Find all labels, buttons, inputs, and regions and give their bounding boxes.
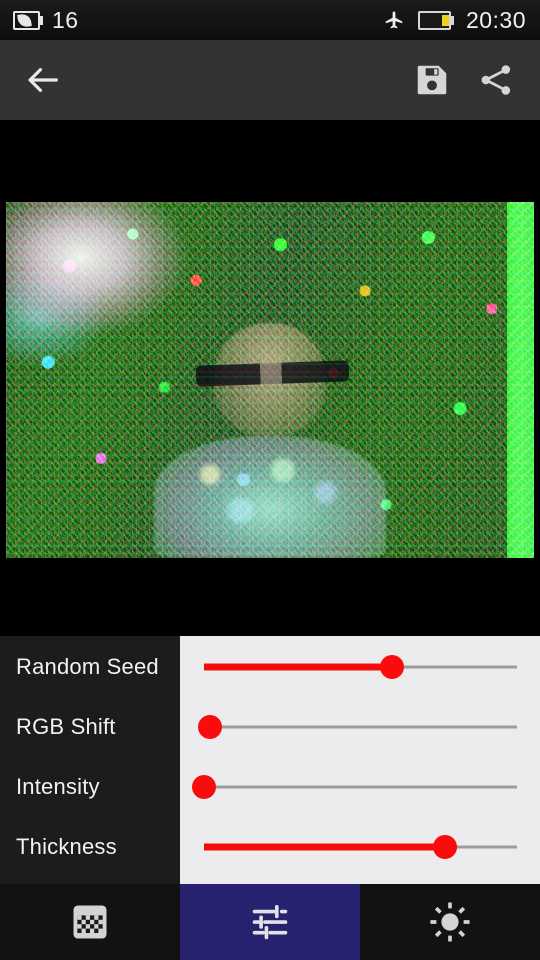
slider-track bbox=[204, 725, 517, 729]
label-rgb-shift: RGB Shift bbox=[16, 714, 116, 739]
slider-fill bbox=[204, 663, 392, 671]
battery-icon bbox=[417, 10, 454, 30]
slider-thickness[interactable] bbox=[204, 816, 517, 878]
share-icon bbox=[481, 65, 511, 95]
control-labels-panel: Random Seed RGB Shift Intensity Thicknes… bbox=[0, 636, 180, 884]
slider-random-seed[interactable] bbox=[204, 636, 517, 698]
airplane-mode-icon bbox=[385, 11, 403, 29]
checkerboard-icon bbox=[73, 905, 107, 939]
photo-canvas bbox=[0, 120, 540, 636]
status-bar-left: 16 bbox=[0, 7, 79, 34]
slider-thumb[interactable] bbox=[192, 775, 216, 799]
photo-scanline-bands bbox=[6, 202, 534, 558]
slider-fill bbox=[204, 843, 445, 851]
slider-intensity[interactable] bbox=[192, 756, 517, 818]
controls-panel: Random Seed RGB Shift Intensity Thicknes… bbox=[0, 636, 540, 884]
app-root: 16 20:30 Random Seed RGB Shift Intensity… bbox=[0, 0, 540, 960]
tune-sliders-icon bbox=[252, 904, 288, 940]
tab-adjust[interactable] bbox=[180, 884, 360, 960]
status-bar-right: 20:30 bbox=[382, 7, 540, 34]
back-arrow-icon bbox=[28, 68, 58, 92]
tab-light[interactable] bbox=[360, 884, 540, 960]
save-floppy-icon bbox=[417, 65, 447, 95]
label-intensity: Intensity bbox=[16, 774, 100, 799]
photo-green-shift-bar bbox=[506, 202, 534, 558]
share-button[interactable] bbox=[464, 40, 528, 120]
eco-battery-icon bbox=[13, 10, 43, 30]
tab-effects[interactable] bbox=[0, 884, 180, 960]
control-sliders-panel bbox=[180, 636, 540, 884]
sun-brightness-icon bbox=[430, 902, 470, 942]
eco-value: 16 bbox=[52, 6, 79, 33]
glitched-portrait-photo[interactable] bbox=[6, 202, 534, 558]
slider-track bbox=[204, 785, 517, 789]
status-clock: 20:30 bbox=[465, 6, 526, 33]
slider-thumb[interactable] bbox=[433, 835, 457, 859]
slider-thumb[interactable] bbox=[198, 715, 223, 739]
slider-rgb-shift[interactable] bbox=[198, 696, 517, 758]
bottom-tab-bar bbox=[0, 884, 540, 960]
action-bar bbox=[0, 40, 540, 120]
label-thickness: Thickness bbox=[16, 834, 117, 859]
label-random-seed: Random Seed bbox=[16, 654, 159, 679]
status-bar: 16 20:30 bbox=[0, 0, 540, 40]
back-button[interactable] bbox=[8, 40, 78, 120]
slider-thumb[interactable] bbox=[379, 655, 404, 679]
action-bar-actions bbox=[400, 40, 540, 120]
save-button[interactable] bbox=[400, 40, 464, 120]
